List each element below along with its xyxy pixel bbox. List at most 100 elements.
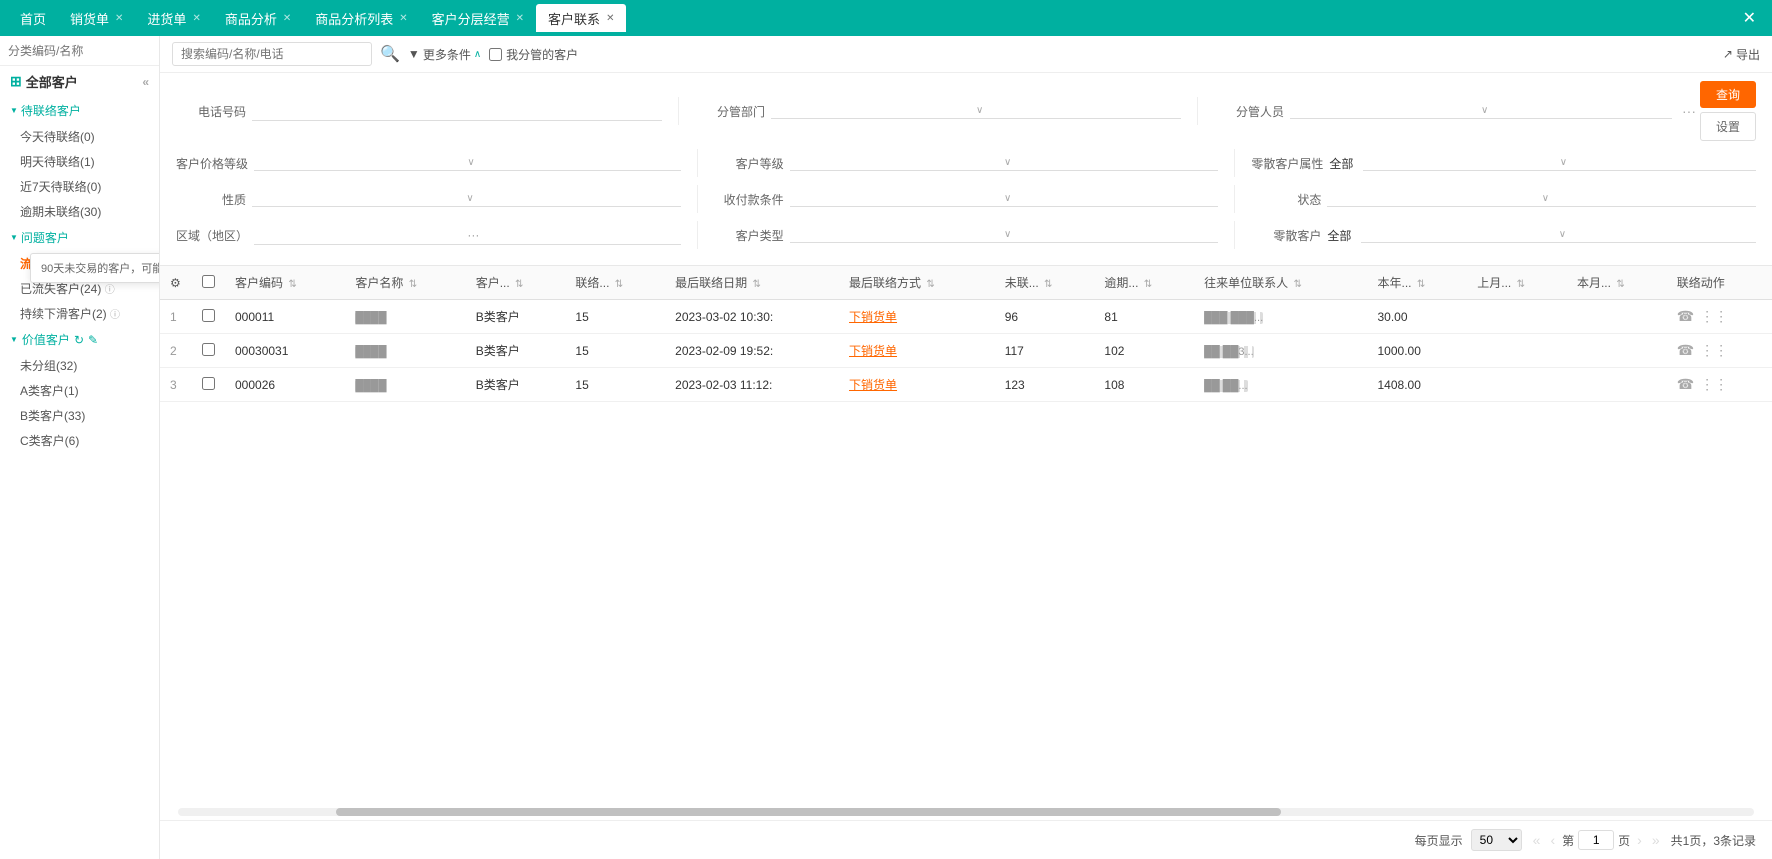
sidebar-all-customers[interactable]: ⊞ 全部客户 « bbox=[0, 66, 159, 97]
close-sales-icon[interactable]: ✕ bbox=[115, 13, 123, 24]
mine-checkbox[interactable] bbox=[489, 48, 502, 61]
status-select[interactable]: ∨ bbox=[1327, 191, 1756, 207]
sidebar-group-problem-title[interactable]: ▼ 问题客户 bbox=[0, 224, 159, 251]
first-page-button[interactable]: « bbox=[1530, 832, 1544, 848]
setting-button[interactable]: 设置 bbox=[1700, 112, 1756, 141]
tab-customer-contact[interactable]: 客户联系 ✕ bbox=[536, 4, 626, 32]
close-customer-contact-icon[interactable]: ✕ bbox=[606, 13, 614, 24]
scrollbar-thumb[interactable] bbox=[336, 808, 1282, 816]
row-checkbox-3[interactable] bbox=[202, 377, 215, 390]
payment-select[interactable]: ∨ bbox=[790, 191, 1219, 207]
select-all-checkbox[interactable] bbox=[202, 275, 215, 288]
tab-purchase[interactable]: 进货单 ✕ bbox=[135, 4, 212, 32]
th-this-month[interactable]: 本月... ⇅ bbox=[1567, 266, 1667, 300]
payment-label: 收付款条件 bbox=[714, 191, 784, 208]
region-more-icon[interactable]: ··· bbox=[463, 228, 676, 242]
sidebar-item-7days[interactable]: 近7天待联络(0) bbox=[0, 174, 159, 199]
manager-select[interactable]: ∨ bbox=[1290, 103, 1672, 119]
th-last-month[interactable]: 上月... ⇅ bbox=[1467, 266, 1567, 300]
td-check-3[interactable] bbox=[192, 368, 225, 402]
horizontal-scrollbar[interactable] bbox=[160, 804, 1772, 820]
tab-home[interactable]: 首页 bbox=[8, 4, 58, 32]
prev-page-button[interactable]: ‹ bbox=[1547, 832, 1558, 848]
more-action-icon-2[interactable]: ⋮⋮ bbox=[1700, 342, 1728, 359]
page-size-select[interactable]: 50 20 100 bbox=[1471, 829, 1522, 851]
tab-goods-list[interactable]: 商品分析列表 ✕ bbox=[303, 4, 419, 32]
refresh-value-icon[interactable]: ↻ bbox=[74, 333, 84, 347]
th-type[interactable]: 客户... ⇅ bbox=[466, 266, 566, 300]
query-button[interactable]: 查询 bbox=[1700, 81, 1756, 108]
th-overdue[interactable]: 逾期... ⇅ bbox=[1094, 266, 1194, 300]
tab-customer-contact-label: 客户联系 bbox=[548, 9, 600, 28]
cust-type-select[interactable]: ∨ bbox=[790, 227, 1219, 243]
window-close-button[interactable]: ✕ bbox=[1735, 8, 1764, 28]
tab-sales[interactable]: 销货单 ✕ bbox=[58, 4, 135, 32]
more-action-icon-3[interactable]: ⋮⋮ bbox=[1700, 376, 1728, 393]
close-purchase-icon[interactable]: ✕ bbox=[192, 13, 200, 24]
td-check-2[interactable] bbox=[192, 334, 225, 368]
method-link-2[interactable]: 下销货单 bbox=[849, 344, 897, 358]
sidebar-collapse-icon[interactable]: « bbox=[142, 75, 149, 89]
td-method-2[interactable]: 下销货单 bbox=[839, 334, 995, 368]
region-select[interactable]: ··· bbox=[254, 226, 681, 245]
sidebar-item-today[interactable]: 今天待联络(0) bbox=[0, 124, 159, 149]
sidebar-item-a-class[interactable]: A类客户(1) bbox=[0, 378, 159, 403]
sidebar-item-tomorrow[interactable]: 明天待联络(1) bbox=[0, 149, 159, 174]
sidebar-group-value-title[interactable]: ▼ 价值客户 ↻ ✎ bbox=[0, 326, 159, 353]
th-last-method[interactable]: 最后联络方式 ⇅ bbox=[839, 266, 995, 300]
page-number-input[interactable]: 1 bbox=[1578, 830, 1614, 850]
th-code[interactable]: 客户编码 ⇅ bbox=[225, 266, 345, 300]
close-goods-list-icon[interactable]: ✕ bbox=[399, 13, 407, 24]
sidebar-item-c-class[interactable]: C类客户(6) bbox=[0, 428, 159, 453]
contact-action-icon-1[interactable]: ☎ bbox=[1677, 308, 1694, 325]
sidebar-item-overdue[interactable]: 逾期未联络(30) bbox=[0, 199, 159, 224]
close-customer-tier-icon[interactable]: ✕ bbox=[516, 13, 524, 24]
row-checkbox-2[interactable] bbox=[202, 343, 215, 356]
price-tier-select[interactable]: ∨ bbox=[254, 155, 681, 171]
tab-customer-tier[interactable]: 客户分层经营 ✕ bbox=[420, 4, 536, 32]
close-goods-analysis-icon[interactable]: ✕ bbox=[283, 13, 291, 24]
sidebar-group-pending-title[interactable]: ▼ 待联络客户 bbox=[0, 97, 159, 124]
td-method-3[interactable]: 下销货单 bbox=[839, 368, 995, 402]
more-action-icon-1[interactable]: ⋮⋮ bbox=[1700, 308, 1728, 325]
dept-select[interactable]: ∨ bbox=[771, 103, 1181, 119]
filter-more-button[interactable]: ▼ 更多条件 ∧ bbox=[408, 46, 481, 63]
zero-customer-select[interactable]: ∨ bbox=[1361, 227, 1756, 243]
th-current-year[interactable]: 本年... ⇅ bbox=[1368, 266, 1468, 300]
td-check-1[interactable] bbox=[192, 300, 225, 334]
contact-action-icon-3[interactable]: ☎ bbox=[1677, 376, 1694, 393]
sidebar-item-declining[interactable]: 持续下滑客户(2) ⓘ bbox=[0, 301, 159, 326]
th-settings[interactable]: ⚙ bbox=[160, 266, 192, 300]
nature-select[interactable]: ∨ bbox=[252, 191, 681, 207]
cust-tier-select[interactable]: ∨ bbox=[790, 155, 1219, 171]
th-last-date[interactable]: 最后联络日期 ⇅ bbox=[665, 266, 839, 300]
td-method-1[interactable]: 下销货单 bbox=[839, 300, 995, 334]
td-name-blur-2: ████ bbox=[355, 346, 386, 358]
td-overdue-3: 108 bbox=[1094, 368, 1194, 402]
contact-action-icon-2[interactable]: ☎ bbox=[1677, 342, 1694, 359]
filter-search-input[interactable] bbox=[172, 42, 372, 66]
th-contact-count[interactable]: 联络... ⇅ bbox=[565, 266, 665, 300]
method-link-1[interactable]: 下销货单 bbox=[849, 310, 897, 324]
zero-attr-select[interactable]: ∨ bbox=[1363, 155, 1756, 171]
export-button[interactable]: ↗ 导出 bbox=[1723, 46, 1760, 63]
row-checkbox-1[interactable] bbox=[202, 309, 215, 322]
divider-5 bbox=[697, 185, 698, 213]
sidebar-item-b-class[interactable]: B类客户(33) bbox=[0, 403, 159, 428]
edit-value-icon[interactable]: ✎ bbox=[88, 333, 98, 347]
sidebar-item-ungrouped[interactable]: 未分组(32) bbox=[0, 353, 159, 378]
th-contact-person[interactable]: 往来单位联系人 ⇅ bbox=[1194, 266, 1367, 300]
filter-search-button[interactable]: 🔍 bbox=[380, 44, 400, 64]
filter-mine-toggle[interactable]: 我分管的客户 bbox=[489, 46, 578, 63]
method-link-3[interactable]: 下销货单 bbox=[849, 378, 897, 392]
next-page-button[interactable]: › bbox=[1634, 832, 1645, 848]
th-name[interactable]: 客户名称 ⇅ bbox=[345, 266, 465, 300]
sidebar-search-input[interactable] bbox=[8, 44, 160, 58]
phone-input[interactable] bbox=[252, 102, 662, 121]
th-unlisted[interactable]: 未联... ⇅ bbox=[995, 266, 1095, 300]
manager-more-icon[interactable]: ··· bbox=[1678, 103, 1700, 119]
tab-goods-analysis[interactable]: 商品分析 ✕ bbox=[213, 4, 303, 32]
last-page-button[interactable]: » bbox=[1649, 832, 1663, 848]
th-checkbox[interactable] bbox=[192, 266, 225, 300]
td-num-2: 2 bbox=[160, 334, 192, 368]
